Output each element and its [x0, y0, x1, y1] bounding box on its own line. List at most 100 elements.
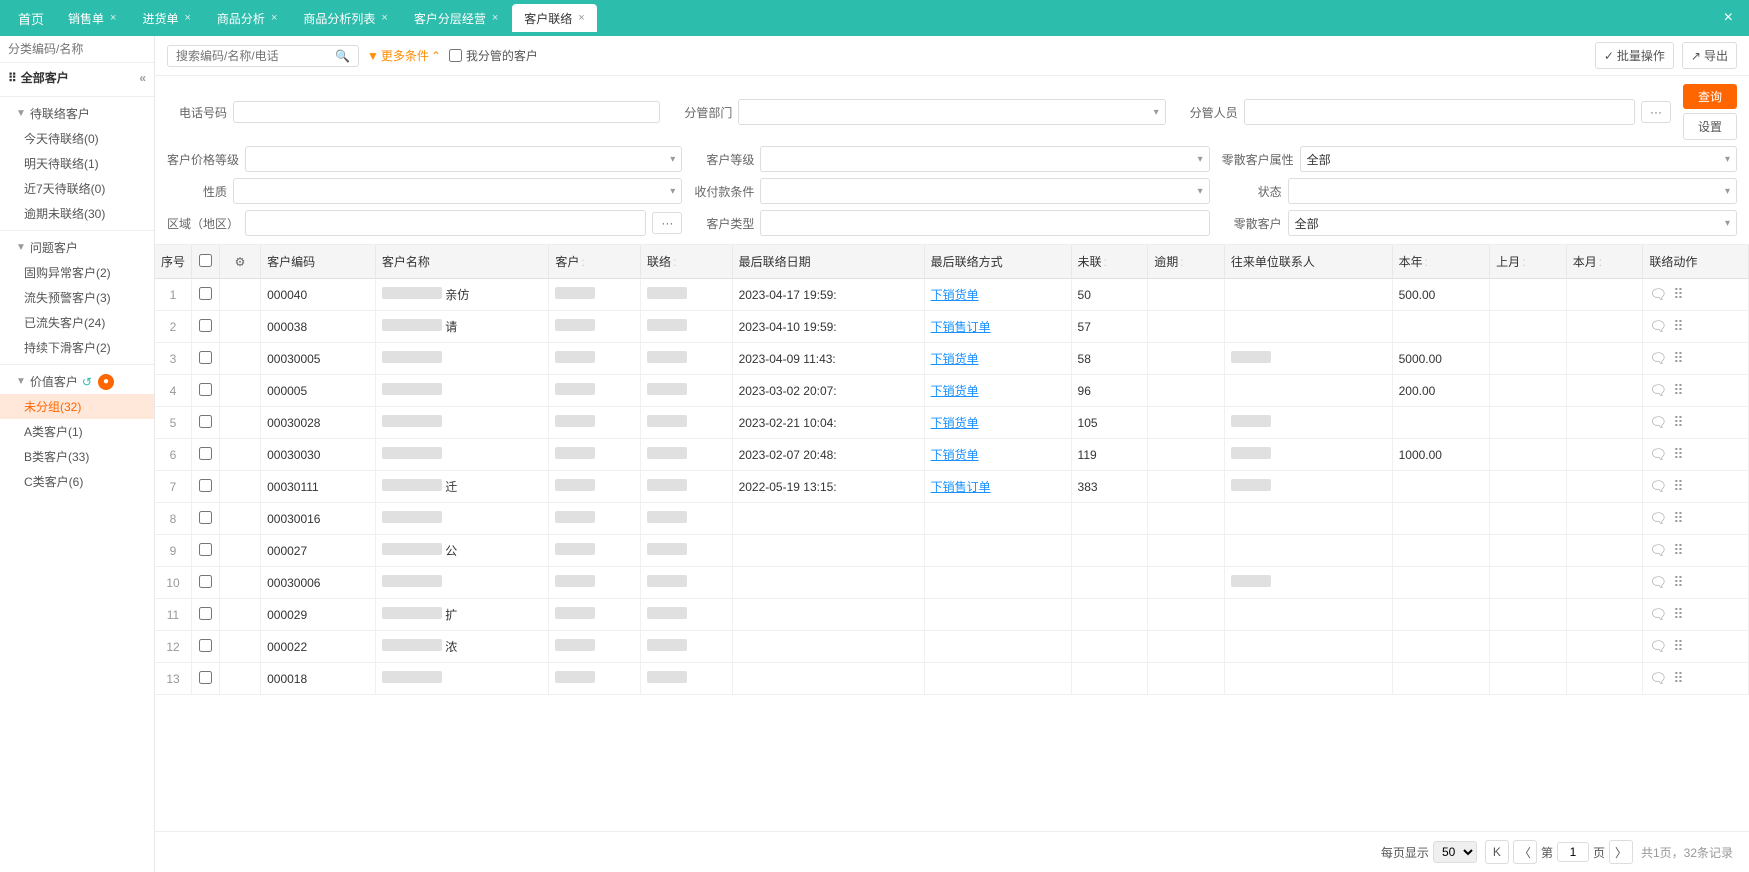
batch-ops-button[interactable]: ✓ 批量操作 — [1595, 42, 1674, 69]
sidebar-item-near7[interactable]: 近7天待联络(0) — [0, 176, 154, 201]
row-checkbox[interactable] — [199, 607, 212, 620]
row-checkbox[interactable] — [199, 511, 212, 524]
cell-check[interactable] — [192, 663, 220, 695]
phone-action-icon[interactable]: 🗨 — [1649, 350, 1667, 367]
filter-payment-select[interactable]: ▾ — [760, 178, 1209, 204]
more-action-icon[interactable]: ⠿ — [1673, 542, 1683, 559]
cell-check[interactable] — [192, 503, 220, 535]
cell-check[interactable] — [192, 439, 220, 471]
more-action-icon[interactable]: ⠿ — [1673, 446, 1683, 463]
tab-purchase-order-close[interactable]: × — [184, 12, 190, 24]
cell-check[interactable] — [192, 311, 220, 343]
page-number-input[interactable] — [1557, 842, 1589, 862]
row-checkbox[interactable] — [199, 543, 212, 556]
window-close-button[interactable]: × — [1716, 9, 1741, 27]
filter-region-ellipsis[interactable]: ··· — [652, 212, 682, 234]
cell-check[interactable] — [192, 471, 220, 503]
cell-check[interactable] — [192, 343, 220, 375]
phone-action-icon[interactable]: 🗨 — [1649, 446, 1667, 463]
row-checkbox[interactable] — [199, 639, 212, 652]
row-checkbox[interactable] — [199, 479, 212, 492]
cell-check[interactable] — [192, 279, 220, 311]
more-action-icon[interactable]: ⠿ — [1673, 574, 1683, 591]
row-checkbox[interactable] — [199, 415, 212, 428]
more-action-icon[interactable]: ⠿ — [1673, 414, 1683, 431]
phone-action-icon[interactable]: 🗨 — [1649, 478, 1667, 495]
phone-action-icon[interactable]: 🗨 — [1649, 574, 1667, 591]
cell-check[interactable] — [192, 407, 220, 439]
sidebar-item-c[interactable]: C类客户(6) — [0, 469, 154, 494]
phone-action-icon[interactable]: 🗨 — [1649, 286, 1667, 303]
query-button[interactable]: 查询 — [1683, 84, 1737, 109]
tab-sales-order-close[interactable]: × — [110, 12, 116, 24]
sidebar-waiting-contact-group[interactable]: ▼ 待联络客户 — [0, 101, 154, 126]
tab-product-analysis-close[interactable]: × — [271, 12, 277, 24]
phone-action-icon[interactable]: 🗨 — [1649, 510, 1667, 527]
row-checkbox[interactable] — [199, 287, 212, 300]
more-action-icon[interactable]: ⠿ — [1673, 510, 1683, 527]
contact-method-link[interactable]: 下销货单 — [931, 288, 979, 302]
filter-more-conditions[interactable]: ▼ 更多条件 ⌃ — [367, 47, 441, 64]
tab-customer-contact-close[interactable]: × — [578, 12, 584, 24]
filter-phone-input[interactable] — [233, 101, 660, 123]
contact-method-link[interactable]: 下销售订单 — [931, 320, 991, 334]
sidebar-item-tomorrow[interactable]: 明天待联络(1) — [0, 151, 154, 176]
filter-search-box[interactable]: 🔍 — [167, 45, 359, 67]
per-page-select[interactable]: 50 — [1433, 841, 1477, 863]
refresh-icon[interactable]: ↺ — [82, 375, 92, 389]
cell-check[interactable] — [192, 599, 220, 631]
sidebar-item-lost[interactable]: 已流失客户(24) — [0, 310, 154, 335]
tab-product-analysis-list-close[interactable]: × — [381, 12, 387, 24]
more-action-icon[interactable]: ⠿ — [1673, 638, 1683, 655]
contact-method-link[interactable]: 下销货单 — [931, 352, 979, 366]
contact-method-link[interactable]: 下销售订单 — [931, 480, 991, 494]
next-page-button[interactable]: 〉 — [1609, 840, 1633, 864]
settings-icon[interactable]: ⚙ — [226, 255, 254, 269]
phone-action-icon[interactable]: 🗨 — [1649, 670, 1667, 687]
my-customers-checkbox[interactable] — [449, 49, 462, 62]
filter-customer-level-select[interactable]: ▾ — [760, 146, 1209, 172]
more-action-icon[interactable]: ⠿ — [1673, 478, 1683, 495]
contact-method-link[interactable]: 下销货单 — [931, 416, 979, 430]
export-button[interactable]: ↗ 导出 — [1682, 42, 1737, 69]
cell-check[interactable] — [192, 375, 220, 407]
row-checkbox[interactable] — [199, 351, 212, 364]
sidebar-value-group[interactable]: ▼ 价值客户 ↺ ● — [0, 369, 154, 394]
filter-manager-ellipsis[interactable]: ··· — [1641, 101, 1671, 123]
tab-home[interactable]: 首页 — [8, 9, 54, 28]
sidebar-item-abnormal[interactable]: 固购异常客户(2) — [0, 260, 154, 285]
tab-product-analysis-list[interactable]: 商品分析列表 × — [291, 4, 399, 32]
sidebar-search-box[interactable]: 🔍 — [0, 36, 154, 63]
more-action-icon[interactable]: ⠿ — [1673, 670, 1683, 687]
more-action-icon[interactable]: ⠿ — [1673, 382, 1683, 399]
prev-page-button[interactable]: 〈 — [1513, 840, 1537, 864]
phone-action-icon[interactable]: 🗨 — [1649, 638, 1667, 655]
select-all-checkbox[interactable] — [199, 254, 212, 267]
phone-action-icon[interactable]: 🗨 — [1649, 542, 1667, 559]
filter-gender-select[interactable]: ▾ — [233, 178, 682, 204]
sidebar-item-persist[interactable]: 持续下滑客户(2) — [0, 335, 154, 360]
filter-retail-customer-select[interactable]: 全部 ▾ — [1288, 210, 1737, 236]
row-checkbox[interactable] — [199, 383, 212, 396]
tab-customer-tier-close[interactable]: × — [492, 12, 498, 24]
more-action-icon[interactable]: ⠿ — [1673, 286, 1683, 303]
tab-customer-tier[interactable]: 客户分层经营 × — [402, 4, 510, 32]
first-page-button[interactable]: K — [1485, 840, 1509, 864]
contact-method-link[interactable]: 下销货单 — [931, 448, 979, 462]
reset-button[interactable]: 设置 — [1683, 113, 1737, 140]
filter-my-customers[interactable]: 我分管的客户 — [449, 47, 538, 64]
sidebar-item-ungroup[interactable]: 未分组(32) — [0, 394, 154, 419]
row-checkbox[interactable] — [199, 319, 212, 332]
cell-check[interactable] — [192, 631, 220, 663]
row-checkbox[interactable] — [199, 575, 212, 588]
filter-search-input[interactable] — [176, 49, 331, 63]
filter-status-select[interactable]: ▾ — [1288, 178, 1737, 204]
more-action-icon[interactable]: ⠿ — [1673, 318, 1683, 335]
filter-region-select[interactable] — [245, 210, 646, 236]
col-header-settings[interactable]: ⚙ — [220, 245, 261, 279]
filter-price-level-select[interactable]: ▾ — [245, 146, 682, 172]
phone-action-icon[interactable]: 🗨 — [1649, 414, 1667, 431]
cell-check[interactable] — [192, 535, 220, 567]
col-header-check[interactable] — [192, 245, 220, 279]
phone-action-icon[interactable]: 🗨 — [1649, 606, 1667, 623]
